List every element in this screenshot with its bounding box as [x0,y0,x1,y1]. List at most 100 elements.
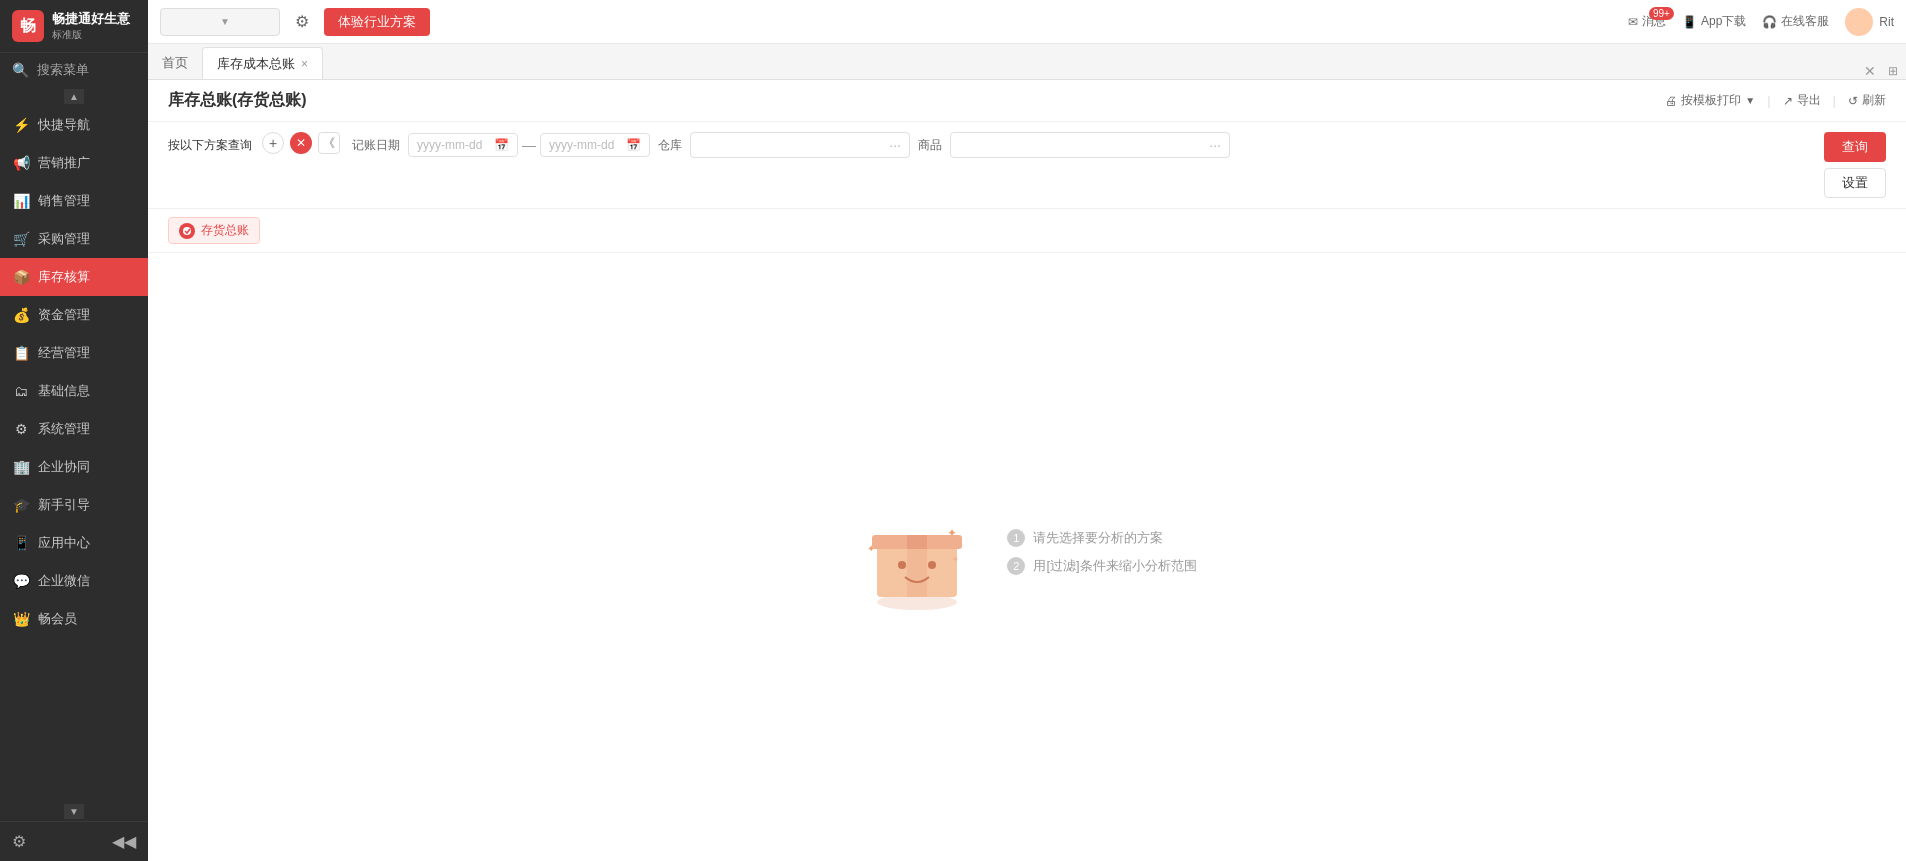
user-area[interactable]: Rit [1845,8,1894,36]
sidebar-item-sales[interactable]: 📊 销售管理 [0,182,148,220]
scheme-label: 存货总账 [201,222,249,239]
sidebar-item-wechat[interactable]: 💬 企业微信 [0,562,148,600]
empty-hint-2-text: 用[过滤]条件来缩小分析范围 [1033,557,1196,575]
sidebar-item-basic[interactable]: 🗂 基础信息 [0,372,148,410]
wechat-icon: 💬 [12,573,30,589]
page-content: 库存总账(存货总账) 🖨 按模板打印 ▼ | ↗ 导出 | ↺ 刷新 [148,80,1906,861]
tab-close-btn[interactable]: × [301,57,308,71]
expand-panel-btn[interactable]: ⊞ [1884,64,1902,78]
page-header: 库存总账(存货总账) 🖨 按模板打印 ▼ | ↗ 导出 | ↺ 刷新 [148,80,1906,122]
sidebar-item-marketing[interactable]: 📢 营销推广 [0,144,148,182]
notification-badge: 99+ [1649,7,1674,20]
svg-text:✦: ✦ [952,555,959,564]
filter-add-btn[interactable]: + [262,132,284,154]
filter-row: 按以下方案查询 + ✕ 《 记账日期 yyyy-mm-dd 📅 — yyyy-m… [148,122,1906,209]
app-title: 畅捷通好生意 [52,11,130,28]
print-label: 按模板打印 [1681,92,1741,109]
sidebar-item-operations[interactable]: 📋 经营管理 [0,334,148,372]
svg-rect-5 [907,535,927,549]
app-download-btn[interactable]: 📱 App下载 [1682,13,1746,30]
sidebar-item-apps[interactable]: 📱 应用中心 [0,524,148,562]
warehouse-label: 仓库 [658,137,682,154]
app-logo[interactable]: 畅 畅捷通好生意 标准版 [0,0,148,53]
sidebar-item-member[interactable]: 👑 畅会员 [0,600,148,638]
sidebar-settings-btn[interactable]: ⚙ [12,832,26,851]
print-btn[interactable]: 🖨 按模板打印 ▼ [1665,92,1755,109]
svg-rect-4 [907,542,927,597]
page-title: 库存总账(存货总账) [168,90,307,111]
topbar-gear-btn[interactable]: ⚙ [288,8,316,36]
export-btn[interactable]: ↗ 导出 [1783,92,1821,109]
apps-icon: 📱 [12,535,30,551]
dropdown-arrow: ▼ [220,16,271,27]
sidebar-item-purchase[interactable]: 🛒 采购管理 [0,220,148,258]
member-icon: 👑 [12,611,30,627]
online-service-btn[interactable]: 🎧 在线客服 [1762,13,1829,30]
notification-btn[interactable]: ✉ 消息 99+ [1628,13,1666,30]
date-input: yyyy-mm-dd 📅 — yyyy-mm-dd 📅 [408,133,650,157]
date-end-field[interactable]: yyyy-mm-dd 📅 [540,133,650,157]
sidebar-scroll-up[interactable]: ▲ [64,89,84,104]
sidebar-item-system[interactable]: ⚙ 系统管理 [0,410,148,448]
empty-illustration: ✦ ✦ ✦ [857,497,977,617]
sidebar-item-inventory[interactable]: 📦 库存核算 [0,258,148,296]
sidebar-item-label: 新手引导 [38,496,90,514]
system-icon: ⚙ [12,421,30,437]
filter-expand-btn[interactable]: 《 [318,132,340,154]
dropdown-value [169,13,220,30]
enterprise-icon: 🏢 [12,459,30,475]
filter-actions: 查询 设置 [1824,132,1886,198]
gear-icon: ⚙ [295,12,309,31]
export-label: 导出 [1797,92,1821,109]
calendar-start-icon: 📅 [494,138,509,152]
product-field[interactable]: ··· [950,132,1230,158]
search-icon: 🔍 [12,62,29,78]
sidebar-item-label: 基础信息 [38,382,90,400]
date-start-field[interactable]: yyyy-mm-dd 📅 [408,133,518,157]
filter-close-btn[interactable]: ✕ [290,132,312,154]
refresh-icon: ↺ [1848,94,1858,108]
sidebar-item-label: 销售管理 [38,192,90,210]
sidebar-item-newbie[interactable]: 🎓 新手引导 [0,486,148,524]
sidebar-scroll-down[interactable]: ▼ [64,804,84,819]
sales-icon: 📊 [12,193,30,209]
sidebar-item-label: 企业协同 [38,458,90,476]
sidebar-item-quick-nav[interactable]: ⚡ 快捷导航 [0,106,148,144]
tab-inventory-cost-label: 库存成本总账 [217,55,295,73]
empty-state: ✦ ✦ ✦ 1 请先选择要分析的方案 2 用[过滤]条件来缩小分析范围 [148,253,1906,861]
sidebar-footer: ⚙ ◀◀ [0,821,148,861]
scheme-item[interactable]: 存货总账 [168,217,260,244]
user-avatar [1845,8,1873,36]
tab-inventory-cost[interactable]: 库存成本总账 × [202,47,323,79]
svg-point-6 [898,561,906,569]
export-icon: ↗ [1783,94,1793,108]
app-download-label: App下载 [1701,13,1746,30]
tabs-bar: 首页 库存成本总账 × ✕ ⊞ [148,44,1906,80]
setting-btn[interactable]: 设置 [1824,168,1886,198]
print-dropdown-icon: ▼ [1745,95,1755,106]
date-separator: — [522,137,536,153]
sidebar-item-funds[interactable]: 💰 资金管理 [0,296,148,334]
sidebar-search[interactable]: 🔍 搜索菜单 [0,53,148,87]
marketing-icon: 📢 [12,155,30,171]
app-subtitle: 标准版 [52,28,130,41]
funds-icon: 💰 [12,307,30,323]
topbar-nav-dropdown[interactable]: ▼ [160,8,280,36]
sidebar-item-enterprise[interactable]: 🏢 企业协同 [0,448,148,486]
sidebar-collapse-btn[interactable]: ◀◀ [112,832,136,851]
warehouse-more-icon: ··· [889,137,901,153]
inventory-icon: 📦 [12,269,30,285]
warehouse-field[interactable]: ··· [690,132,910,158]
sidebar-item-label: 经营管理 [38,344,90,362]
tab-home[interactable]: 首页 [148,47,202,79]
page-header-actions: 🖨 按模板打印 ▼ | ↗ 导出 | ↺ 刷新 [1665,92,1886,109]
close-panel-btn[interactable]: ✕ [1860,63,1880,79]
sidebar-item-label: 应用中心 [38,534,90,552]
topbar: ▼ ⚙ 体验行业方案 ✉ 消息 99+ 📱 App下载 🎧 在线客服 [148,0,1906,44]
svg-point-7 [928,561,936,569]
industry-btn[interactable]: 体验行业方案 [324,8,430,36]
svg-text:✦: ✦ [947,526,957,540]
sidebar-item-label: 畅会员 [38,610,77,628]
query-btn[interactable]: 查询 [1824,132,1886,162]
refresh-btn[interactable]: ↺ 刷新 [1848,92,1886,109]
